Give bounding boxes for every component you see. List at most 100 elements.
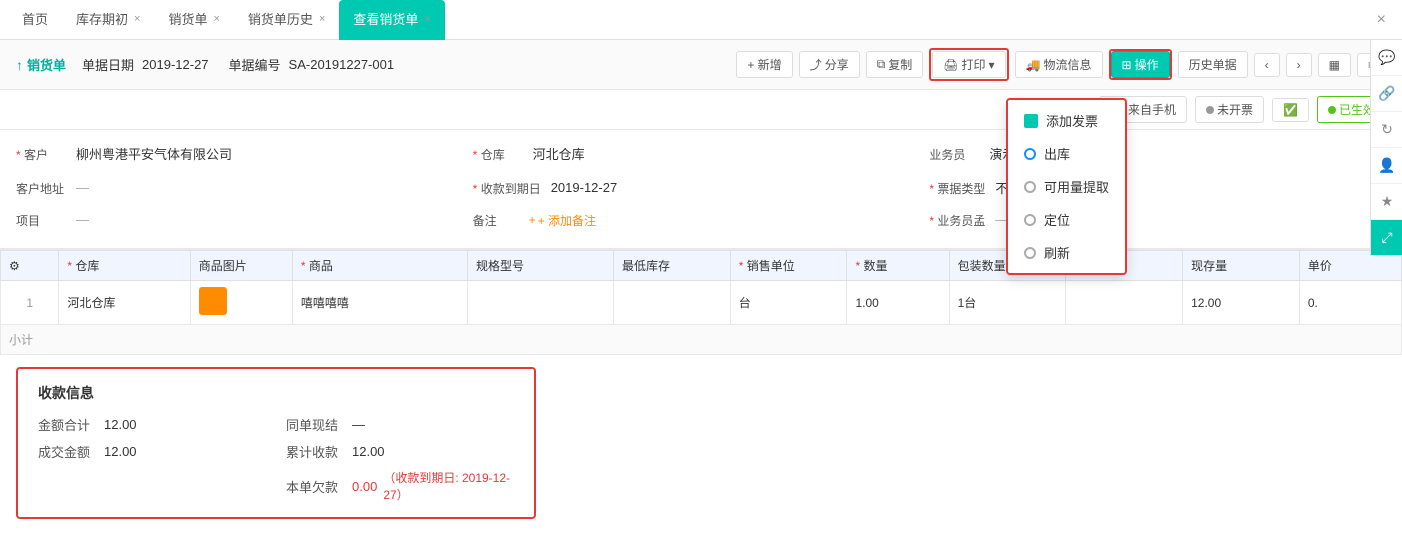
- tab-sales-close[interactable]: ×: [213, 13, 219, 25]
- same-order-settle-value: —: [352, 417, 365, 432]
- new-button[interactable]: + 新增: [736, 51, 792, 78]
- same-order-settle-label: 同单现结: [286, 415, 346, 434]
- locate-icon: [1024, 214, 1036, 226]
- tab-bar: 首页 库存期初 × 销货单 × 销货单历史 × 查看销货单 × ×: [0, 0, 1402, 40]
- col-quantity: 数量: [847, 251, 949, 281]
- operation-button[interactable]: ⊞ 操作: [1111, 51, 1170, 78]
- row-pack-qty: 1台: [949, 281, 1066, 325]
- row-quantity: 1.00: [847, 281, 949, 325]
- form-row-1: 客户 柳州粤港平安气体有限公司 仓库 河北仓库 业务员 演示账号: [16, 142, 1386, 166]
- share-icon: ⤴: [810, 56, 822, 73]
- summary-title: 收款信息: [38, 383, 514, 403]
- confirm-button[interactable]: ✅: [1272, 98, 1309, 122]
- history-button[interactable]: 历史单据: [1178, 51, 1248, 78]
- address-label: 客户地址: [16, 180, 72, 197]
- prev-button[interactable]: ‹: [1254, 53, 1280, 77]
- ship-label: 出库: [1044, 144, 1070, 163]
- total-amount-label: 金额合计: [38, 415, 98, 434]
- link-icon-btn[interactable]: 🔗: [1371, 76, 1402, 112]
- next-button[interactable]: ›: [1286, 53, 1312, 77]
- warehouse-value[interactable]: 河北仓库: [529, 142, 930, 166]
- not-opened-button[interactable]: 未开票: [1195, 96, 1264, 123]
- ship-item[interactable]: 出库: [1008, 137, 1125, 170]
- row-min-stock: [613, 281, 730, 325]
- doc-meta: 单据日期 2019-12-27 单据编号 SA-20191227-001: [82, 55, 394, 74]
- rotate-icon-btn[interactable]: ↻: [1371, 112, 1402, 148]
- user-icon-btn[interactable]: 👤: [1371, 148, 1402, 184]
- col-warehouse: 仓库: [59, 251, 190, 281]
- staff-field: 业务员 演示账号: [929, 142, 1386, 166]
- paydate-label: 收款到期日: [473, 180, 547, 197]
- tab-sales[interactable]: 销货单 ×: [154, 0, 233, 40]
- staffname-label: 业务员孟: [929, 212, 991, 229]
- add-invoice-item[interactable]: 添加发票: [1008, 104, 1125, 137]
- copy-icon: ⧉: [877, 57, 886, 72]
- form-row-3: 项目 — 备注 + + 添加备注 业务员孟 —: [16, 210, 1386, 230]
- address-value[interactable]: —: [72, 178, 473, 198]
- summary-box: 收款信息 金额合计 12.00 同单现结 — 成交金额 12.00 累计收款 1…: [16, 367, 536, 519]
- current-owed-label: 本单欠款: [286, 477, 346, 496]
- locate-item[interactable]: 定位: [1008, 203, 1125, 236]
- available-extract-item[interactable]: 可用量提取: [1008, 170, 1125, 203]
- available-extract-label: 可用量提取: [1044, 177, 1109, 196]
- row-num: 1: [1, 281, 59, 325]
- add-invoice-icon: [1024, 114, 1038, 128]
- operation-icon: ⊞: [1122, 58, 1132, 72]
- print-highlight-box: 🖨 打印 ▾: [929, 48, 1008, 81]
- copy-button[interactable]: ⧉ 复制: [866, 51, 924, 78]
- row-warehouse: 河北仓库: [59, 281, 190, 325]
- col-product: 商品: [292, 251, 467, 281]
- confirm-icon: ✅: [1283, 103, 1298, 117]
- form-section: 客户 柳州粤港平安气体有限公司 仓库 河北仓库 业务员 演示账号 客户地址 —: [0, 130, 1402, 249]
- customer-value[interactable]: 柳州粤港平安气体有限公司: [72, 142, 473, 166]
- paydate-field: 收款到期日 2019-12-27: [473, 178, 930, 198]
- col-spec: 规格型号: [468, 251, 614, 281]
- comment-icon-btn[interactable]: 💬: [1371, 40, 1402, 76]
- table-header-row: ⚙ 仓库 商品图片 商品 规格型号 最低库存 销售单位 数量 包装数量 可用量 …: [1, 251, 1402, 281]
- product-image: [199, 287, 227, 315]
- row-unit-price: 0.: [1299, 281, 1401, 325]
- date-label: 单据日期: [82, 55, 134, 74]
- add-icon: +: [529, 213, 536, 227]
- tab-view-sales[interactable]: 查看销货单 ×: [339, 0, 444, 40]
- cumulative-receipt-label: 累计收款: [286, 442, 346, 461]
- effect-dot: [1328, 106, 1336, 114]
- current-owed-value: 0.00: [352, 479, 377, 494]
- col-stock: 现存量: [1183, 251, 1300, 281]
- tab-sales-history-close[interactable]: ×: [319, 13, 325, 25]
- col-min-stock: 最低库存: [613, 251, 730, 281]
- current-owed-detail-row: 本单欠款 0.00 （收款到期日: 2019-12-27）: [286, 469, 514, 503]
- project-value[interactable]: —: [72, 210, 473, 230]
- tab-view-sales-close[interactable]: ×: [424, 13, 430, 25]
- add-note-button[interactable]: + + 添加备注: [529, 212, 596, 229]
- doc-type-tag: ↑ 销货单: [16, 55, 66, 74]
- customer-field: 客户 柳州粤港平安气体有限公司: [16, 142, 473, 166]
- customer-label: 客户: [16, 146, 72, 163]
- due-date-note: （收款到期日: 2019-12-27）: [383, 469, 514, 503]
- cumulative-receipt-value: 12.00: [352, 444, 385, 459]
- col-image: 商品图片: [190, 251, 292, 281]
- tab-sales-history[interactable]: 销货单历史 ×: [234, 0, 339, 40]
- col-settings[interactable]: ⚙: [1, 251, 59, 281]
- subtotal-label: 小计: [1, 325, 1402, 355]
- share-button[interactable]: ⤴ 分享: [799, 51, 860, 78]
- remark-label: 备注: [473, 212, 529, 229]
- tab-inventory-close[interactable]: ×: [134, 13, 140, 25]
- expand-icon-btn[interactable]: ⤢: [1371, 220, 1402, 256]
- total-amount-value: 12.00: [104, 417, 137, 432]
- tab-inventory[interactable]: 库存期初 ×: [62, 0, 154, 40]
- print-button[interactable]: 🖨 打印 ▾: [932, 51, 1005, 78]
- tab-home[interactable]: 首页: [8, 0, 62, 40]
- close-all-tabs[interactable]: ×: [1369, 11, 1394, 29]
- tickettype-label: 票据类型: [929, 180, 991, 197]
- grid-view-button[interactable]: ▦: [1318, 53, 1351, 77]
- project-field: 项目 —: [16, 210, 473, 230]
- row-unit: 台: [730, 281, 847, 325]
- refresh-item[interactable]: 刷新: [1008, 236, 1125, 269]
- table-row: 1 河北仓库 嘻嘻嘻嘻 台 1.00 1台 12.00 0.: [1, 281, 1402, 325]
- logistics-button[interactable]: 🚚 物流信息: [1015, 51, 1103, 78]
- star-icon-btn[interactable]: ★: [1371, 184, 1402, 220]
- row-product: 嘻嘻嘻嘻: [292, 281, 467, 325]
- paydate-value[interactable]: 2019-12-27: [547, 178, 930, 198]
- date-value: 2019-12-27: [142, 57, 209, 72]
